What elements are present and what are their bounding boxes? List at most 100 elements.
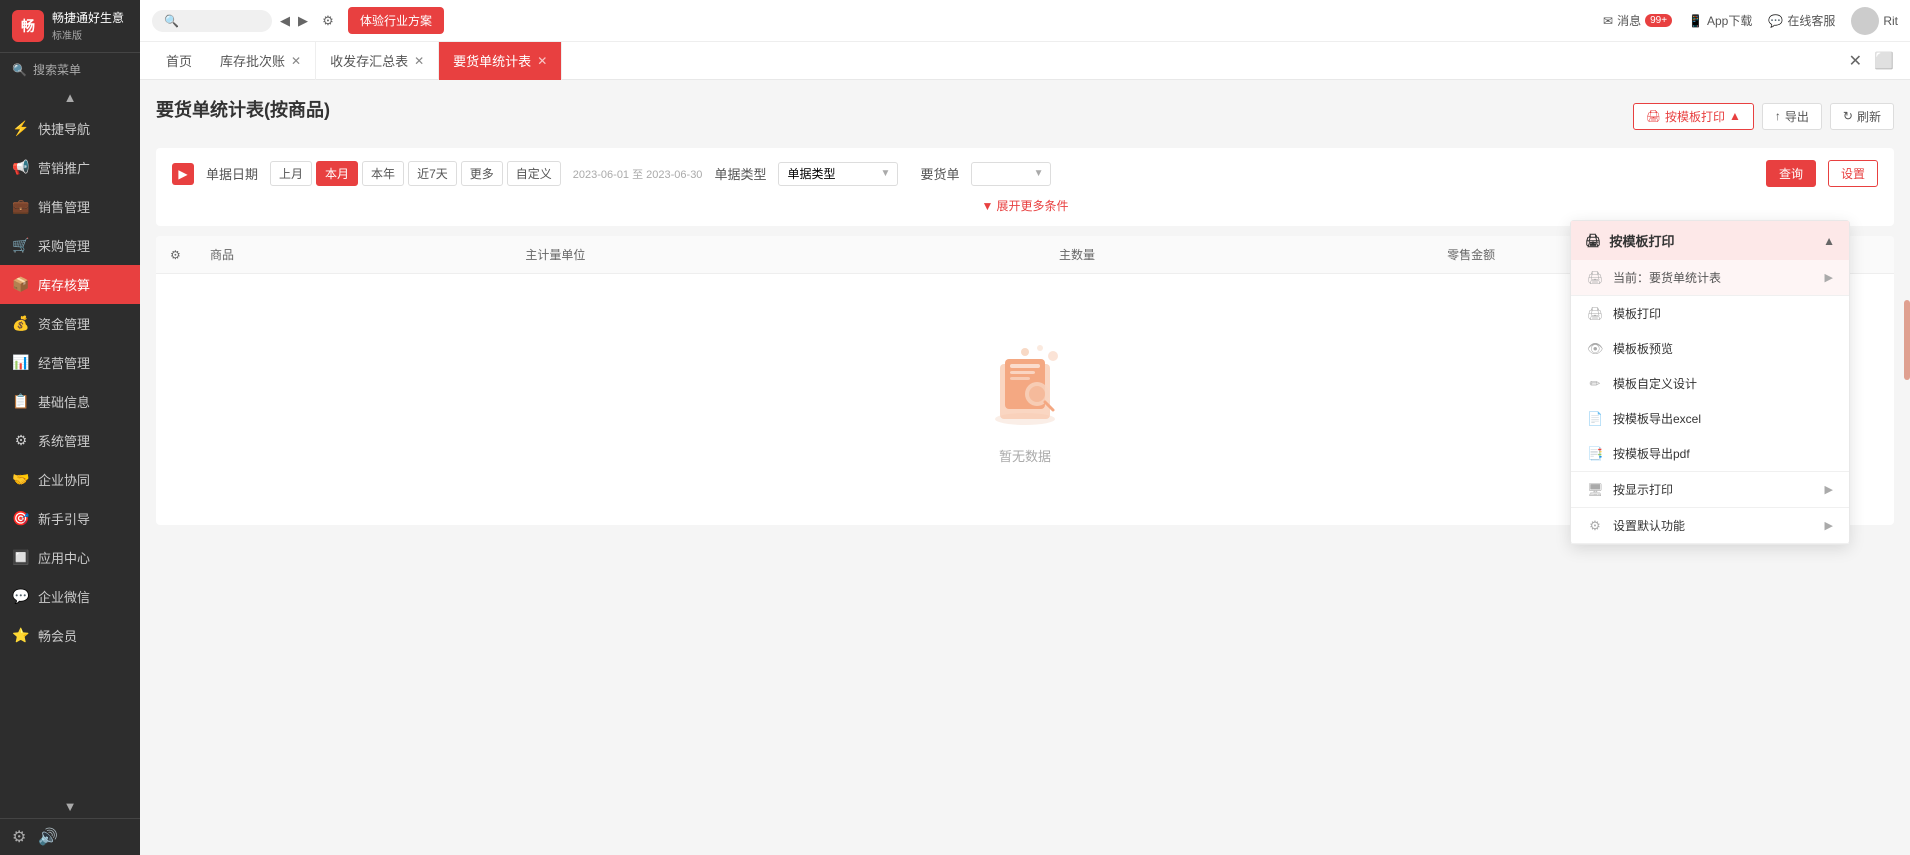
print-dropdown-header: 🖨 按模板打印 ▲ (1571, 221, 1849, 260)
sidebar-item-inventory[interactable]: 📦 库存核算 (0, 265, 140, 304)
sidebar-item-quick-nav[interactable]: ⚡ 快捷导航 (0, 109, 140, 148)
tabs-bar: 首页 库存批次账 ✕ 收发存汇总表 ✕ 要货单统计表 ✕ ✕ ⬜ (140, 42, 1910, 80)
dropdown-current-section: 🖨 当前：要货单统计表 ▶ (1571, 260, 1849, 296)
display-print-label: 按显示打印 (1613, 481, 1815, 498)
empty-text: 暂无数据 (999, 446, 1051, 465)
date-btn-7days[interactable]: 近7天 (408, 161, 457, 186)
right-scrollbar[interactable] (1904, 300, 1910, 380)
page-header-actions: 🖨 按模板打印 ▲ ↑ 导出 ↻ 刷新 (1633, 103, 1894, 130)
main-area: 🔍 ◀ ▶ ⚙ 体验行业方案 ✉ 消息 99+ 📱 App下载 💬 在线客服 R… (140, 0, 1910, 855)
tab-home[interactable]: 首页 (152, 42, 206, 80)
dropdown-item-template-print[interactable]: 🖨 模板打印 (1571, 296, 1849, 331)
expand-more-btn[interactable]: ▼ 展开更多条件 (982, 197, 1069, 214)
avatar (1851, 7, 1879, 35)
guide-icon: 🎯 (12, 510, 30, 527)
tab-receipt-summary[interactable]: 收发存汇总表 ✕ (316, 42, 439, 80)
dropdown-item-export-pdf[interactable]: 📑 按模板导出pdf (1571, 436, 1849, 471)
header-nav-prev[interactable]: ◀ (280, 13, 290, 29)
sidebar-item-sales[interactable]: 💼 销售管理 (0, 187, 140, 226)
dropdown-default-setting[interactable]: ⚙ 设置默认功能 ▶ (1571, 508, 1849, 543)
wechat-icon: 💬 (12, 588, 30, 605)
online-service-btn[interactable]: 💬 在线客服 (1768, 12, 1835, 29)
tab-close-batch-account[interactable]: ✕ (291, 54, 301, 68)
footer-speaker-icon[interactable]: 🔊 (38, 827, 58, 847)
messages-btn[interactable]: ✉ 消息 99+ (1603, 12, 1672, 29)
marketing-icon: 📢 (12, 159, 30, 176)
print-dropdown-collapse-btn[interactable]: ▲ (1823, 234, 1835, 248)
sidebar-item-collab[interactable]: 🤝 企业协同 (0, 460, 140, 499)
sidebar-item-marketing[interactable]: 📢 营销推广 (0, 148, 140, 187)
trial-btn[interactable]: 体验行业方案 (348, 7, 444, 34)
service-icon: 💬 (1768, 14, 1783, 28)
print-dropdown: 🖨 按模板打印 ▲ 🖨 当前：要货单统计表 ▶ 🖨 模板打印 👁 (1570, 220, 1850, 545)
date-btn-more[interactable]: 更多 (461, 161, 503, 186)
header-settings-icon[interactable]: ⚙ (316, 9, 340, 33)
date-btn-last-month[interactable]: 上月 (270, 161, 312, 186)
header-right: ✉ 消息 99+ 📱 App下载 💬 在线客服 Rit (1603, 7, 1898, 35)
display-print-arrow: ▶ (1825, 483, 1833, 496)
cargo-type-select[interactable] (971, 162, 1051, 186)
sidebar-search[interactable]: 🔍 搜索菜单 (0, 53, 140, 86)
footer-settings-icon[interactable]: ⚙ (12, 827, 26, 847)
basic-icon: 📋 (12, 393, 30, 410)
date-btn-this-month[interactable]: 本月 (316, 161, 358, 186)
dropdown-current-template[interactable]: 🖨 当前：要货单统计表 ▶ (1571, 260, 1849, 295)
sidebar-item-app-center[interactable]: 🔲 应用中心 (0, 538, 140, 577)
settings-filter-btn[interactable]: 设置 (1828, 160, 1878, 187)
sidebar-item-business[interactable]: 📊 经营管理 (0, 343, 140, 382)
scroll-down-btn[interactable]: ▼ (0, 795, 140, 818)
collab-icon: 🤝 (12, 471, 30, 488)
refresh-btn[interactable]: ↻ 刷新 (1830, 103, 1894, 130)
filter-row-1: ▶ 单据日期 上月 本月 本年 近7天 更多 自定义 2023-06-01 至 … (172, 160, 1878, 187)
top-header: 🔍 ◀ ▶ ⚙ 体验行业方案 ✉ 消息 99+ 📱 App下载 💬 在线客服 R… (140, 0, 1910, 42)
tabs-close-btn[interactable]: ✕ (1845, 49, 1866, 73)
expand-icon: ▼ (982, 199, 994, 213)
app-download-icon: 📱 (1688, 14, 1703, 28)
sidebar-item-wechat[interactable]: 💬 企业微信 (0, 577, 140, 616)
sidebar-item-finance[interactable]: 💰 资金管理 (0, 304, 140, 343)
page-content: 要货单统计表(按商品) 🖨 按模板打印 ▲ ↑ 导出 ↻ 刷新 (140, 80, 1910, 855)
tab-batch-account[interactable]: 库存批次账 ✕ (206, 42, 316, 80)
quick-nav-icon: ⚡ (12, 120, 30, 137)
col-settings[interactable]: ⚙ (156, 236, 196, 274)
current-template-icon: 🖨 (1587, 270, 1603, 286)
tab-order-stats[interactable]: 要货单统计表 ✕ (439, 42, 562, 80)
export-btn[interactable]: ↑ 导出 (1762, 103, 1822, 130)
dropdown-item-export-excel[interactable]: 📄 按模板导出excel (1571, 401, 1849, 436)
sidebar-footer: ⚙ 🔊 (0, 818, 140, 855)
order-type-select-wrapper: 单据类型 ▼ (778, 162, 898, 186)
template-preview-icon: 👁 (1587, 341, 1603, 357)
refresh-icon: ↻ (1843, 109, 1853, 123)
default-setting-arrow: ▶ (1825, 519, 1833, 532)
sidebar-item-basic[interactable]: 📋 基础信息 (0, 382, 140, 421)
sidebar-item-member[interactable]: ⭐ 畅会员 (0, 616, 140, 655)
scroll-up-btn[interactable]: ▲ (0, 86, 140, 109)
col-qty: 主数量 (1045, 236, 1433, 274)
user-avatar-area[interactable]: Rit (1851, 7, 1898, 35)
date-btn-custom[interactable]: 自定义 (507, 161, 561, 186)
message-icon: ✉ (1603, 14, 1613, 28)
date-btn-this-year[interactable]: 本年 (362, 161, 404, 186)
sidebar-item-system[interactable]: ⚙ 系统管理 (0, 421, 140, 460)
dropdown-display-print[interactable]: 🖥 按显示打印 ▶ (1571, 472, 1849, 507)
tab-close-receipt-summary[interactable]: ✕ (414, 54, 424, 68)
app-download-btn[interactable]: 📱 App下载 (1688, 12, 1752, 29)
dropdown-item-template-preview[interactable]: 👁 模板板预览 (1571, 331, 1849, 366)
query-btn[interactable]: 查询 (1766, 160, 1816, 187)
tab-close-order-stats[interactable]: ✕ (537, 54, 547, 68)
col-settings-icon: ⚙ (170, 248, 181, 262)
order-type-select[interactable]: 单据类型 (778, 162, 898, 186)
dropdown-item-template-design[interactable]: ✏ 模板自定义设计 (1571, 366, 1849, 401)
logo-text: 畅捷通好生意 标准版 (52, 10, 124, 42)
page-top-row: 要货单统计表(按商品) 🖨 按模板打印 ▲ ↑ 导出 ↻ 刷新 (156, 96, 1894, 136)
printer-icon: 🖨 (1646, 109, 1661, 123)
sidebar-item-purchase[interactable]: 🛒 采购管理 (0, 226, 140, 265)
print-template-btn[interactable]: 🖨 按模板打印 ▲ (1633, 103, 1754, 130)
tabs-maximize-btn[interactable]: ⬜ (1870, 49, 1898, 73)
current-template-label: 当前：要货单统计表 (1613, 269, 1815, 286)
header-nav-next[interactable]: ▶ (298, 13, 308, 29)
print-dropdown-toggle-icon: ▲ (1729, 109, 1741, 123)
filter-expand-toggle[interactable]: ▶ (172, 163, 194, 185)
header-search-bar[interactable]: 🔍 (152, 10, 272, 32)
sidebar-item-guide[interactable]: 🎯 新手引导 (0, 499, 140, 538)
